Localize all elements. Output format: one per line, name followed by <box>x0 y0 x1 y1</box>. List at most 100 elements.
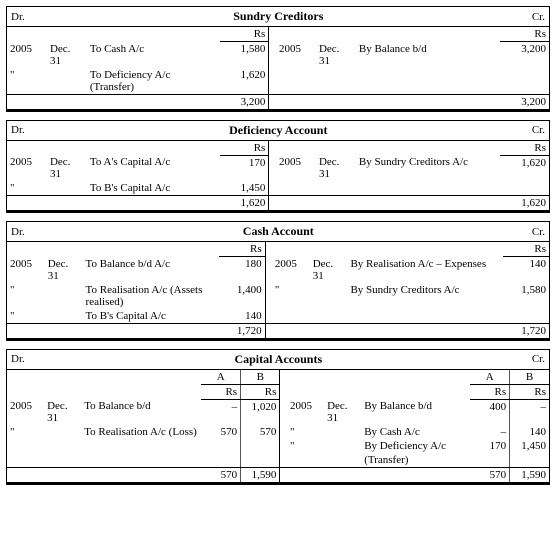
capital-dr-part-2: To Realisation A/c (Loss) <box>81 425 201 439</box>
cash-cr-amt-1: 140 <box>503 257 549 283</box>
capital-dr-rs-b: Rs <box>241 384 280 399</box>
deficiency-dr-date1-2: " <box>7 181 47 196</box>
capital-row-1: 2005 Dec. 31 To Balance b/d – 1,020 2005… <box>7 399 549 425</box>
deficiency-dr-part-1: To A's Capital A/c <box>87 155 220 181</box>
capital-cr-col-b-header: B <box>510 370 549 385</box>
deficiency-dr-label: Dr. <box>11 124 25 136</box>
sundry-dr-date1-1: 2005 <box>7 42 47 68</box>
deficiency-cr-date2-1: Dec. 31 <box>316 155 356 181</box>
deficiency-account-block: Dr. Deficiency Account Cr. Rs Rs 2005 De… <box>6 120 550 214</box>
sundry-cr-amt-1: 3,200 <box>500 42 549 68</box>
capital-dr-total-a: 570 <box>201 468 240 484</box>
capital-cr-a-2: – <box>470 425 509 439</box>
cash-cr-rs: Rs <box>503 242 549 257</box>
sundry-total-row: 3,200 3,200 <box>7 94 549 110</box>
deficiency-total-row: 1,620 1,620 <box>7 196 549 212</box>
capital-dr-b-2: 570 <box>241 425 280 439</box>
deficiency-table: Rs Rs 2005 Dec. 31 To A's Capital A/c 17… <box>7 141 549 213</box>
capital-table: A B A B Rs Rs Rs Rs 2005 Dec. 31 To Bala… <box>7 370 549 485</box>
deficiency-cr-total: 1,620 <box>500 196 549 212</box>
capital-cr-date1-1: 2005 <box>287 399 324 425</box>
capital-cr-date1-3: " <box>287 439 324 453</box>
deficiency-rs-header-row: Rs Rs <box>7 141 549 156</box>
deficiency-dr-part-2: To B's Capital A/c <box>87 181 220 196</box>
sundry-cr-date2-1: Dec. 31 <box>316 42 356 68</box>
deficiency-title-row: Dr. Deficiency Account Cr. <box>7 121 549 141</box>
capital-title-row: Dr. Capital Accounts Cr. <box>7 350 549 370</box>
capital-title: Capital Accounts <box>25 352 532 367</box>
capital-cr-b-1: – <box>510 399 549 425</box>
sundry-dr-part-1: To Cash A/c <box>87 42 220 68</box>
capital-cr-date2-1: Dec. 31 <box>324 399 361 425</box>
cash-dr-amt-1: 180 <box>219 257 265 283</box>
cash-dr-amt-3: 140 <box>219 309 265 324</box>
cash-dr-amt-2: 1,400 <box>219 283 265 309</box>
capital-cr-total-a: 570 <box>470 468 509 484</box>
deficiency-dr-amt-1: 170 <box>220 155 269 181</box>
sundry-dr-label: Dr. <box>11 11 25 23</box>
sundry-row-2: " To Deficiency A/c (Transfer) 1,620 <box>7 68 549 95</box>
capital-dr-date2-1: Dec. 31 <box>44 399 81 425</box>
capital-total-row: 570 1,590 570 1,590 <box>7 468 549 484</box>
deficiency-row-1: 2005 Dec. 31 To A's Capital A/c 170 2005… <box>7 155 549 181</box>
cash-dr-rs: Rs <box>219 242 265 257</box>
sundry-dr-rs: Rs <box>220 27 269 42</box>
capital-cr-total-b: 1,590 <box>510 468 549 484</box>
sundry-cr-label: Cr. <box>532 11 545 23</box>
capital-cr-b-3: 1,450 <box>510 439 549 453</box>
cash-cr-date1-2: " <box>272 283 310 309</box>
capital-dr-date1-2: " <box>7 425 44 439</box>
capital-dr-col-b-header: B <box>241 370 280 385</box>
capital-cr-part-4: (Transfer) <box>361 453 470 468</box>
cash-table: Rs Rs 2005 Dec. 31 To Balance b/d A/c 18… <box>7 242 549 340</box>
capital-cr-rs-b: Rs <box>510 384 549 399</box>
cash-dr-total: 1,720 <box>219 323 265 339</box>
deficiency-cr-part-1: By Sundry Creditors A/c <box>356 155 500 181</box>
deficiency-row-2: " To B's Capital A/c 1,450 <box>7 181 549 196</box>
capital-cr-date1-2: " <box>287 425 324 439</box>
cash-cr-total: 1,720 <box>503 323 549 339</box>
sundry-dr-total: 3,200 <box>220 94 269 110</box>
capital-dr-total-b: 1,590 <box>241 468 280 484</box>
deficiency-dr-total: 1,620 <box>220 196 269 212</box>
cash-dr-date1-3: " <box>7 309 45 324</box>
capital-row-3: " By Deficiency A/c 170 1,450 <box>7 439 549 453</box>
cash-dr-date1-1: 2005 <box>7 257 45 283</box>
capital-cr-part-3: By Deficiency A/c <box>361 439 470 453</box>
capital-row-2: " To Realisation A/c (Loss) 570 570 " By… <box>7 425 549 439</box>
deficiency-dr-date2-1: Dec. 31 <box>47 155 87 181</box>
capital-dr-rs-a: Rs <box>201 384 240 399</box>
cash-cr-date2-1: Dec. 31 <box>310 257 348 283</box>
sundry-cr-rs: Rs <box>500 27 549 42</box>
cash-dr-date1-2: " <box>7 283 45 309</box>
cash-dr-label: Dr. <box>11 226 25 238</box>
sundry-dr-amt-1: 1,580 <box>220 42 269 68</box>
cash-row-2: " To Realisation A/c (Assets realised) 1… <box>7 283 549 309</box>
capital-cr-b-2: 140 <box>510 425 549 439</box>
sundry-cr-total: 3,200 <box>500 94 549 110</box>
deficiency-cr-date1-1: 2005 <box>276 155 316 181</box>
sundry-dr-date2-1: Dec. 31 <box>47 42 87 68</box>
sundry-dr-date1-2: " <box>7 68 47 95</box>
capital-header-row: A B A B <box>7 370 549 385</box>
cash-account-block: Dr. Cash Account Cr. Rs Rs 2005 Dec. 31 … <box>6 221 550 341</box>
sundry-cr-date1-1: 2005 <box>276 42 316 68</box>
cash-row-3: " To B's Capital A/c 140 <box>7 309 549 324</box>
cash-dr-part-2: To Realisation A/c (Assets realised) <box>83 283 219 309</box>
deficiency-cr-amt-1: 1,620 <box>500 155 549 181</box>
cash-cr-label: Cr. <box>532 226 545 238</box>
capital-dr-a-2: 570 <box>201 425 240 439</box>
cash-cr-amt-2: 1,580 <box>503 283 549 309</box>
cash-row-1: 2005 Dec. 31 To Balance b/d A/c 180 2005… <box>7 257 549 283</box>
capital-row-4: (Transfer) <box>7 453 549 468</box>
sundry-dr-part-2: To Deficiency A/c (Transfer) <box>87 68 220 95</box>
cash-title-row: Dr. Cash Account Cr. <box>7 222 549 242</box>
capital-cr-part-2: By Cash A/c <box>361 425 470 439</box>
capital-accounts-block: Dr. Capital Accounts Cr. A B A B <box>6 349 550 486</box>
capital-cr-a-1: 400 <box>470 399 509 425</box>
cash-dr-part-1: To Balance b/d A/c <box>83 257 219 283</box>
deficiency-dr-rs: Rs <box>220 141 269 156</box>
capital-dr-date1-1: 2005 <box>7 399 44 425</box>
capital-rs-header: Rs Rs Rs Rs <box>7 384 549 399</box>
capital-cr-a-3: 170 <box>470 439 509 453</box>
